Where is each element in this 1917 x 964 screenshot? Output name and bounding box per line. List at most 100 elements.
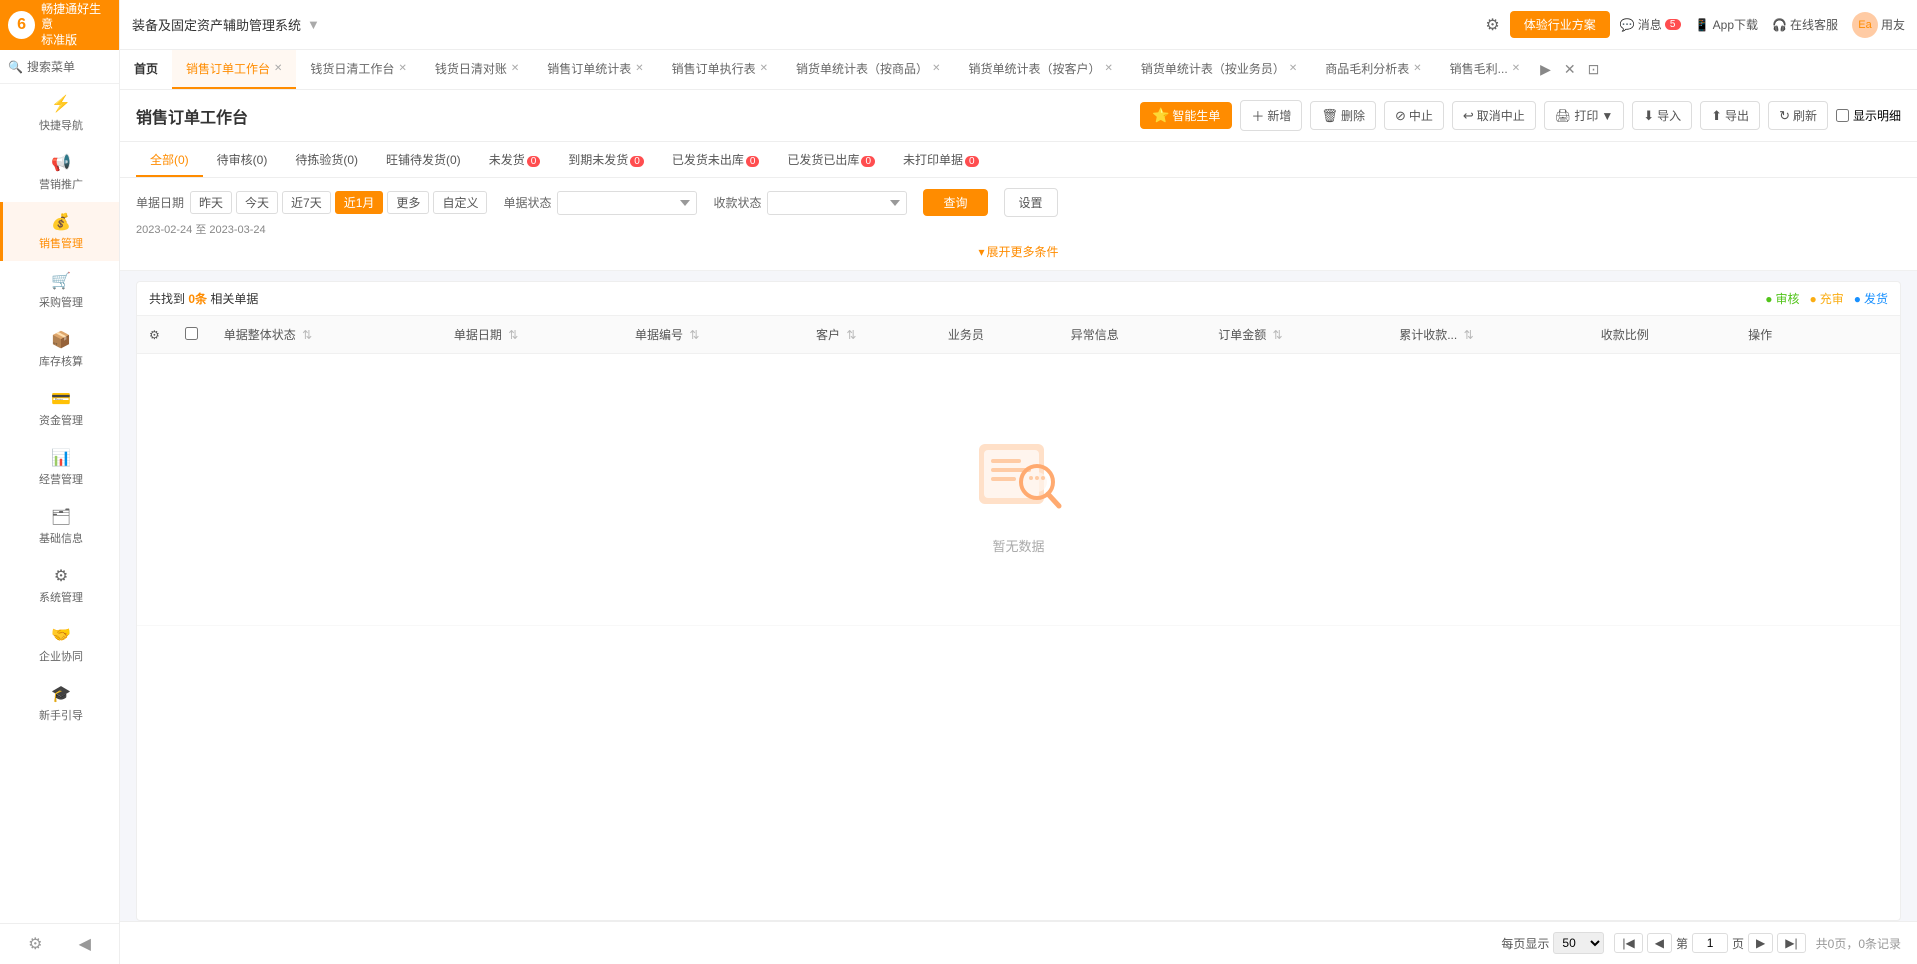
sort-customer-icon[interactable]: ⇅ bbox=[846, 328, 856, 342]
online-service-action[interactable]: 🎧 在线客服 bbox=[1772, 16, 1838, 33]
date-btn-7days[interactable]: 近7天 bbox=[282, 191, 331, 214]
app-download-action[interactable]: 📱 App下载 bbox=[1695, 16, 1758, 33]
tab-close-cash-daily[interactable]: ✕ bbox=[398, 63, 406, 74]
tab-sales-exec[interactable]: 销售订单执行表 ✕ bbox=[658, 50, 782, 89]
sub-tab-delivered-out[interactable]: 已发货已出库0 bbox=[773, 142, 889, 177]
stop-button[interactable]: ⊘ 中止 bbox=[1384, 101, 1444, 130]
purchase-icon: 🛒 bbox=[51, 271, 71, 291]
tab-home[interactable]: 首页 bbox=[120, 50, 172, 89]
tab-close-product[interactable]: ✕ bbox=[932, 63, 940, 74]
sidebar-item-sales[interactable]: 💰 销售管理 bbox=[0, 202, 119, 261]
tab-close-cash-reconcile[interactable]: ✕ bbox=[511, 63, 519, 74]
cancel-stop-button[interactable]: ↩ 取消中止 bbox=[1452, 101, 1536, 130]
show-detail-checkbox-label[interactable]: 显示明细 bbox=[1836, 107, 1901, 124]
page-first-button[interactable]: |◀ bbox=[1614, 933, 1642, 953]
filter-payment-select[interactable] bbox=[767, 191, 907, 215]
refresh-button[interactable]: ↻ 刷新 bbox=[1768, 101, 1828, 130]
tab-sales-summary-customer[interactable]: 销货单统计表（按客户） ✕ bbox=[954, 50, 1126, 89]
sidebar-item-marketing[interactable]: 📢 营销推广 bbox=[0, 143, 119, 202]
message-action[interactable]: 💬 消息 5 bbox=[1620, 16, 1681, 33]
page-prev-button[interactable]: ◀ bbox=[1647, 933, 1672, 953]
sub-tab-pending-check[interactable]: 待拣验货(0) bbox=[281, 142, 372, 177]
sub-tab-not-delivered[interactable]: 未发货0 bbox=[475, 142, 555, 177]
sidebar-item-quick-nav[interactable]: ⚡ 快捷导航 bbox=[0, 84, 119, 143]
empty-text: 暂无数据 bbox=[992, 536, 1044, 555]
date-btn-custom[interactable]: 自定义 bbox=[433, 191, 487, 214]
tab-close-staff[interactable]: ✕ bbox=[1289, 63, 1297, 74]
import-button[interactable]: ⬇ 导入 bbox=[1632, 101, 1692, 130]
page-number-input[interactable] bbox=[1692, 933, 1728, 953]
page-size-select[interactable]: 10 20 50 100 bbox=[1553, 932, 1604, 954]
sidebar-item-operation[interactable]: 📊 经营管理 bbox=[0, 438, 119, 497]
tab-close-sales-workbench[interactable]: ✕ bbox=[274, 63, 282, 74]
sort-date-icon[interactable]: ⇅ bbox=[508, 328, 518, 342]
deliver-button[interactable]: ● 发货 bbox=[1854, 290, 1888, 307]
tabs-bar: 首页 销售订单工作台 ✕ 钱货日清工作台 ✕ 钱货日清对账 ✕ 销售订单统计表 … bbox=[120, 50, 1917, 90]
tab-close-sales-stat[interactable]: ✕ bbox=[635, 63, 643, 74]
tab-sales-more[interactable]: 销售毛利... ✕ bbox=[1436, 50, 1534, 89]
sidebar-item-inventory[interactable]: 📦 库存核算 bbox=[0, 320, 119, 379]
date-btn-1month[interactable]: 近1月 bbox=[335, 191, 384, 214]
sub-tab-delivered-not-out[interactable]: 已发货未出库0 bbox=[658, 142, 774, 177]
tab-sales-workbench[interactable]: 销售订单工作台 ✕ bbox=[172, 50, 296, 89]
sort-status-icon[interactable]: ⇅ bbox=[302, 328, 312, 342]
sidebar-item-base-info[interactable]: 🗂 基础信息 bbox=[0, 497, 119, 556]
delete-button[interactable]: 🗑 删除 bbox=[1310, 101, 1376, 130]
tab-margin[interactable]: 商品毛利分析表 ✕ bbox=[1311, 50, 1435, 89]
sub-tab-all[interactable]: 全部(0) bbox=[136, 142, 203, 177]
filter-status-item: 单据状态 bbox=[503, 191, 697, 215]
smart-create-button[interactable]: ⭐ 智能生单 bbox=[1140, 102, 1232, 129]
set-button[interactable]: 设置 bbox=[1004, 188, 1058, 217]
date-btn-more[interactable]: 更多 bbox=[387, 191, 429, 214]
topbar-gear-icon[interactable]: ⚙ bbox=[1485, 15, 1499, 35]
audit-button[interactable]: ● 审核 bbox=[1765, 290, 1799, 307]
tab-close-customer[interactable]: ✕ bbox=[1104, 63, 1112, 74]
app-download-icon: 📱 bbox=[1695, 18, 1710, 32]
user-action[interactable]: Ea 用友 bbox=[1852, 12, 1905, 38]
filter-date-range-row: 2023-02-24 至 2023-03-24 bbox=[136, 221, 1901, 237]
date-btn-yesterday[interactable]: 昨天 bbox=[190, 191, 232, 214]
sidebar-item-purchase[interactable]: 🛒 采购管理 bbox=[0, 261, 119, 320]
tab-sales-stat[interactable]: 销售订单统计表 ✕ bbox=[533, 50, 657, 89]
collapse-icon[interactable]: ◀ bbox=[79, 934, 91, 954]
select-all-checkbox[interactable] bbox=[185, 327, 198, 340]
experience-button[interactable]: 体验行业方案 bbox=[1510, 11, 1610, 38]
tab-close-more[interactable]: ✕ bbox=[1512, 63, 1520, 74]
sub-tab-not-printed[interactable]: 未打印单据0 bbox=[889, 142, 993, 177]
export-button[interactable]: ⬆ 导出 bbox=[1700, 101, 1760, 130]
tabs-restore-icon[interactable]: ⊡ bbox=[1583, 61, 1605, 78]
page-next-button[interactable]: ▶ bbox=[1748, 933, 1773, 953]
filter-status-select[interactable] bbox=[557, 191, 697, 215]
add-button[interactable]: ＋ 新增 bbox=[1240, 100, 1302, 131]
show-detail-checkbox[interactable] bbox=[1836, 109, 1849, 122]
column-settings-icon[interactable]: ⚙ bbox=[149, 328, 160, 342]
sidebar-item-guide[interactable]: 🎓 新手引导 bbox=[0, 674, 119, 733]
tab-sales-summary-product[interactable]: 销货单统计表（按商品） ✕ bbox=[782, 50, 954, 89]
tab-cash-daily[interactable]: 钱货日清工作台 ✕ bbox=[296, 50, 420, 89]
tabs-close-all-icon[interactable]: ✕ bbox=[1559, 61, 1581, 78]
tab-cash-reconcile[interactable]: 钱货日清对账 ✕ bbox=[421, 50, 533, 89]
sidebar-search[interactable]: 🔍 搜索菜单 bbox=[0, 50, 119, 84]
cancel-audit-button[interactable]: ● 充审 bbox=[1809, 290, 1843, 307]
tab-close-margin[interactable]: ✕ bbox=[1413, 63, 1421, 74]
tab-sales-summary-staff[interactable]: 销货单统计表（按业务员） ✕ bbox=[1127, 50, 1311, 89]
tab-close-sales-exec[interactable]: ✕ bbox=[760, 63, 768, 74]
date-btn-today[interactable]: 今天 bbox=[236, 191, 278, 214]
page-last-button[interactable]: ▶| bbox=[1777, 933, 1805, 953]
table-toolbar: 共找到 0条 相关单据 ● 审核 ● 充审 ● 发货 bbox=[137, 282, 1900, 316]
sort-number-icon[interactable]: ⇅ bbox=[689, 328, 699, 342]
print-button[interactable]: 🖨 打印 ▼ bbox=[1544, 101, 1624, 130]
sub-tab-pending-audit[interactable]: 待审核(0) bbox=[203, 142, 282, 177]
tabs-nav-right[interactable]: ▶ bbox=[1534, 61, 1557, 78]
sort-amount-icon[interactable]: ⇅ bbox=[1273, 328, 1283, 342]
pagination-total: 共0页，0条记录 bbox=[1816, 935, 1901, 952]
settings-icon[interactable]: ⚙ bbox=[28, 934, 42, 954]
sub-tab-wangpu-deliver[interactable]: 旺铺待发货(0) bbox=[372, 142, 475, 177]
sidebar-item-cooperation[interactable]: 🤝 企业协同 bbox=[0, 615, 119, 674]
sidebar-item-finance[interactable]: 💳 资金管理 bbox=[0, 379, 119, 438]
sidebar-item-system[interactable]: ⚙ 系统管理 bbox=[0, 556, 119, 615]
sub-tab-overdue-deliver[interactable]: 到期未发货0 bbox=[554, 142, 658, 177]
filter-expand-button[interactable]: ▾ 展开更多条件 bbox=[978, 243, 1058, 260]
query-button[interactable]: 查询 bbox=[923, 189, 987, 216]
sort-accum-icon[interactable]: ⇅ bbox=[1464, 328, 1474, 342]
